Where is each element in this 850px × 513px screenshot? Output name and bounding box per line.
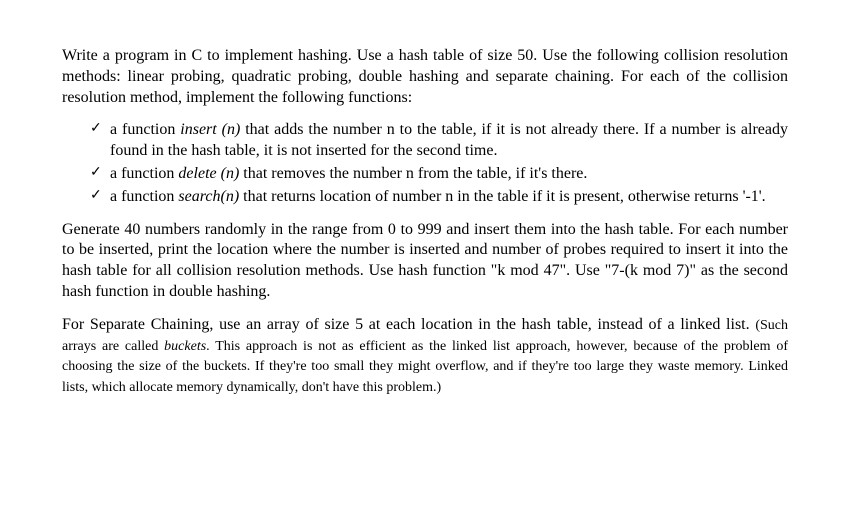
- list-text-post: that returns location of number n in the…: [239, 188, 766, 205]
- list-item: ✓ a function insert (n) that adds the nu…: [90, 120, 788, 162]
- para3-main: For Separate Chaining, use an array of s…: [62, 316, 755, 333]
- function-name: insert (n): [180, 121, 240, 138]
- para3-note-term: buckets: [164, 339, 206, 354]
- paragraph-intro: Write a program in C to implement hashin…: [62, 46, 788, 108]
- check-icon: ✓: [90, 120, 102, 138]
- paragraph-instructions: Generate 40 numbers randomly in the rang…: [62, 220, 788, 303]
- list-text-pre: a function: [110, 188, 178, 205]
- list-item: ✓ a function delete (n) that removes the…: [90, 164, 788, 185]
- list-text-pre: a function: [110, 165, 178, 182]
- function-name: search(n): [178, 188, 239, 205]
- function-name: delete (n): [178, 165, 239, 182]
- list-text-pre: a function: [110, 121, 180, 138]
- list-text-post: that removes the number n from the table…: [239, 165, 587, 182]
- list-item: ✓ a function search(n) that returns loca…: [90, 187, 788, 208]
- function-list: ✓ a function insert (n) that adds the nu…: [62, 120, 788, 207]
- paragraph-chaining: For Separate Chaining, use an array of s…: [62, 315, 788, 398]
- check-icon: ✓: [90, 164, 102, 182]
- check-icon: ✓: [90, 187, 102, 205]
